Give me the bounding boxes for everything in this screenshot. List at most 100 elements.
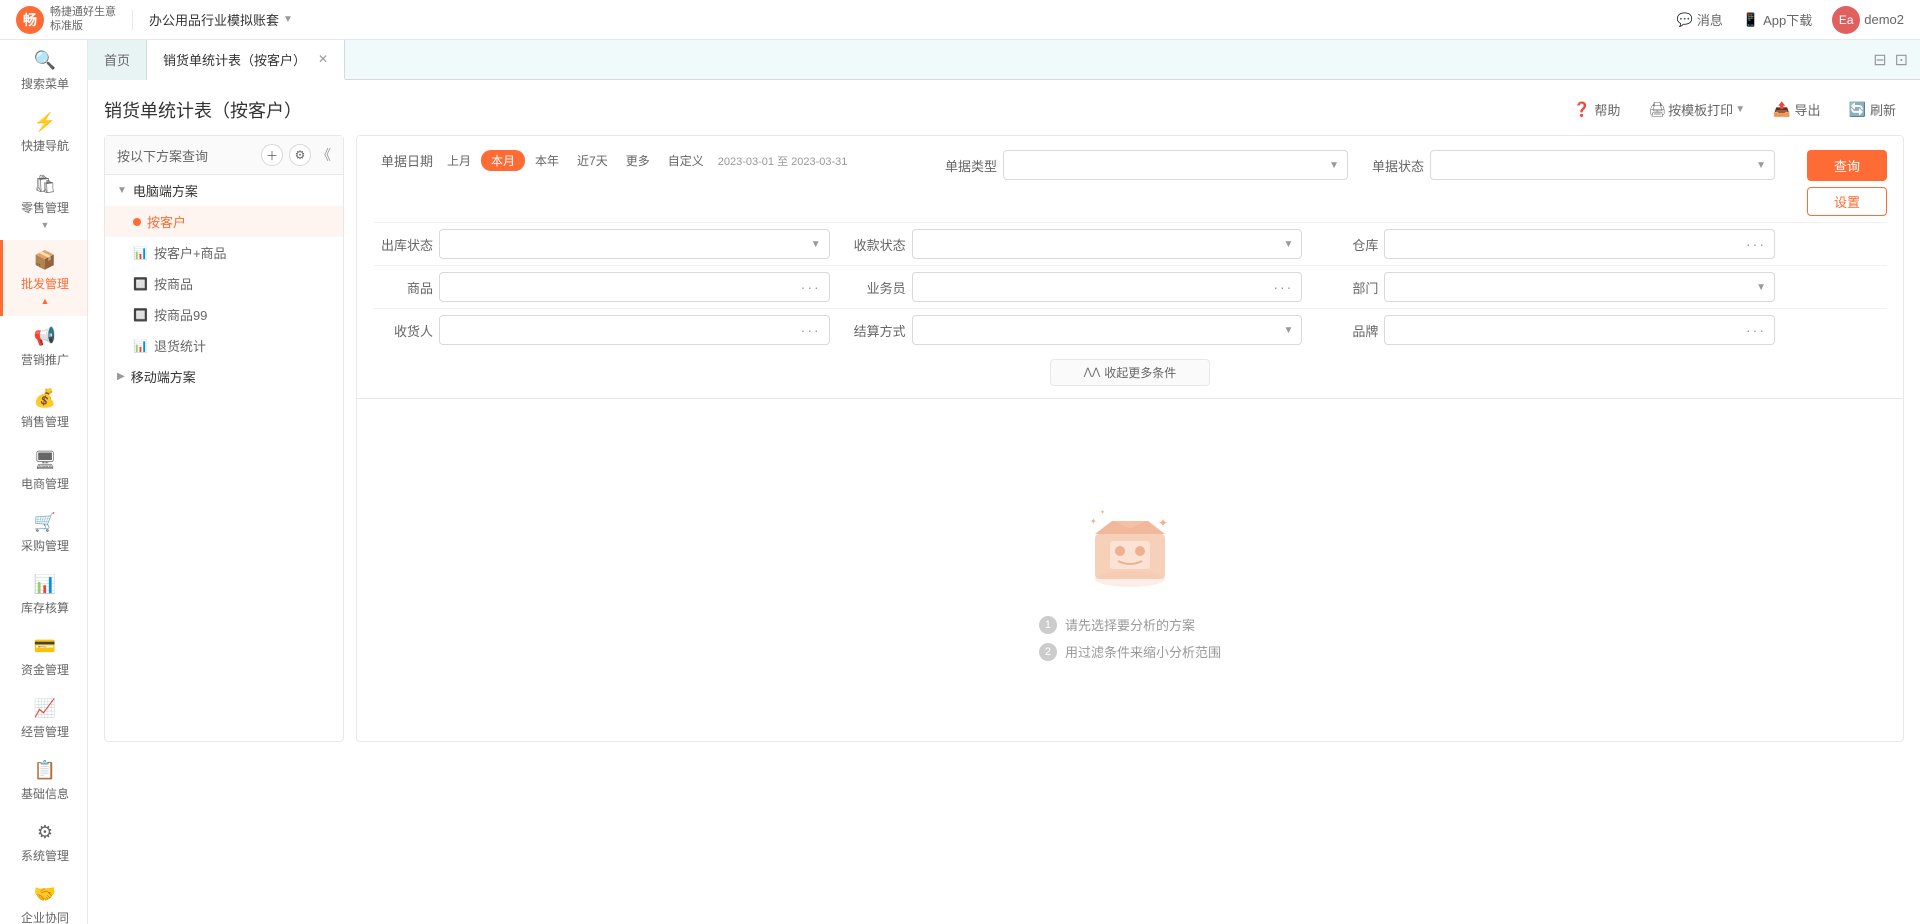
group-arrow-icon: ▶ — [117, 371, 125, 382]
goods-filter: 商品 ··· — [373, 272, 830, 302]
collapse-up-icon: ⋀⋀ — [1084, 367, 1100, 378]
warehouse-select[interactable]: ··· — [1384, 229, 1775, 259]
sidebar-item-retail[interactable]: 🛍 零售管理 ▼ — [0, 164, 87, 240]
doc-type-select[interactable]: ▼ — [1003, 150, 1348, 180]
scheme-group-mobile: ▶ 移动端方案 — [105, 361, 343, 392]
sales-icon: 💰 — [34, 388, 56, 409]
filter-actions: 查询 设置 — [1791, 150, 1887, 216]
more-icon: ··· — [801, 279, 821, 295]
maximize-icon[interactable]: ⊡ — [1895, 50, 1908, 70]
help-btn[interactable]: ❓ 帮助 — [1565, 96, 1628, 123]
scheme-item-by-customer[interactable]: 按客户 — [105, 206, 343, 237]
receiver-select[interactable]: ··· — [439, 315, 830, 345]
sidebar-item-purchase[interactable]: 🛒 采购管理 — [0, 502, 87, 564]
hint-num-1: 1 — [1039, 616, 1057, 634]
page-actions: ❓ 帮助 🖨 按模板打印 ▼ 📤 导出 🔄 刷新 — [1565, 96, 1904, 123]
industry-selector[interactable]: 办公用品行业模拟账套 ▼ — [149, 10, 293, 29]
settlement-filter: 结算方式 ▼ — [846, 315, 1303, 345]
operations-icon: 📈 — [34, 698, 56, 719]
download-icon: 📱 — [1743, 12, 1759, 28]
brand-select[interactable]: ··· — [1384, 315, 1775, 345]
scheme-header-title: 按以下方案查询 — [117, 146, 208, 165]
department-select[interactable]: ▼ — [1384, 272, 1775, 302]
page-title: 销货单统计表（按客户） — [104, 97, 302, 123]
sidebar-item-label: 电商管理 — [21, 475, 69, 492]
collect-status-filter: 收款状态 ▼ — [846, 229, 1303, 259]
svg-text:✦: ✦ — [1090, 517, 1097, 526]
collect-status-select[interactable]: ▼ — [912, 229, 1303, 259]
sidebar-item-label: 库存核算 — [21, 599, 69, 616]
tab-sales-stat[interactable]: 销货单统计表（按客户） ✕ — [147, 40, 345, 80]
date-buttons: 上月 本月 本年 近7天 更多 自定义 2023-03-01 至 2023-03… — [439, 150, 847, 171]
sidebar-item-system[interactable]: ⚙ 系统管理 — [0, 812, 87, 874]
app-download-btn[interactable]: 📱 App下载 — [1743, 10, 1812, 29]
doc-status-filter: 单据状态 ▼ — [1364, 150, 1775, 180]
tab-home[interactable]: 首页 — [88, 40, 147, 80]
date-custom-btn[interactable]: 自定义 — [660, 150, 712, 171]
retail-icon: 🛍 — [34, 174, 57, 195]
scheme-item-by-customer-goods[interactable]: 📊 按客户+商品 — [105, 237, 343, 268]
content-area: 首页 销货单统计表（按客户） ✕ ⊟ ⊡ 销货单统计表（按客户） ❓ 帮助 — [88, 40, 1920, 924]
add-scheme-btn[interactable]: ＋ — [261, 144, 283, 166]
results-section: ✦ ✦ ✦ 1 请先选择要分析的方案 2 — [357, 399, 1903, 741]
out-status-label: 出库状态 — [373, 235, 433, 254]
tab-bar-actions: ⊟ ⊡ — [1861, 50, 1920, 70]
message-btn[interactable]: 💬 消息 — [1677, 10, 1723, 29]
date-last7-btn[interactable]: 近7天 — [569, 150, 616, 171]
minimize-icon[interactable]: ⊟ — [1873, 50, 1886, 70]
scheme-item-refund[interactable]: 📊 退货统计 — [105, 330, 343, 361]
sidebar-item-enterprise[interactable]: 🤝 企业协同 — [0, 874, 87, 924]
user-avatar[interactable]: Ea demo2 — [1832, 6, 1904, 34]
sidebar-item-finance[interactable]: 💳 资金管理 — [0, 626, 87, 688]
collapse-btn[interactable]: ⋀⋀ 收起更多条件 — [1050, 359, 1210, 386]
scheme-header: 按以下方案查询 ＋ ⚙ 《 — [105, 136, 343, 175]
scheme-group-desktop-title[interactable]: ▼ 电脑端方案 — [105, 175, 343, 206]
date-more-btn[interactable]: 更多 — [618, 150, 658, 171]
marketing-icon: 📢 — [34, 326, 56, 347]
sidebar-item-inventory[interactable]: 📊 库存核算 — [0, 564, 87, 626]
header-right: 💬 消息 📱 App下载 Ea demo2 — [1677, 6, 1904, 34]
main-layout: 🔍 搜索菜单 ⚡ 快捷导航 🛍 零售管理 ▼ 📦 批发管理 ▲ 📢 营销推广 💰… — [0, 40, 1920, 924]
collapse-label: 收起更多条件 — [1104, 364, 1176, 381]
warehouse-label: 仓库 — [1318, 235, 1378, 254]
sidebar: 🔍 搜索菜单 ⚡ 快捷导航 🛍 零售管理 ▼ 📦 批发管理 ▲ 📢 营销推广 💰… — [0, 40, 88, 924]
brand-filter: 品牌 ··· — [1318, 315, 1775, 345]
settings-button[interactable]: 设置 — [1807, 187, 1887, 216]
date-this-month-btn[interactable]: 本月 — [481, 150, 525, 171]
print-btn[interactable]: 🖨 按模板打印 ▼ — [1640, 96, 1753, 123]
export-btn[interactable]: 📤 导出 — [1765, 96, 1828, 123]
sidebar-item-basic[interactable]: 📋 基础信息 — [0, 750, 87, 812]
query-button[interactable]: 查询 — [1807, 150, 1887, 181]
scheme-item-by-goods[interactable]: 🔲 按商品 — [105, 268, 343, 299]
logo-text: 畅捷通好生意 标准版 — [50, 6, 116, 32]
settings-scheme-btn[interactable]: ⚙ — [289, 144, 311, 166]
sidebar-item-quicknav[interactable]: ⚡ 快捷导航 — [0, 102, 87, 164]
empty-hint-2: 2 用过滤条件来缩小分析范围 — [1039, 642, 1221, 661]
tab-close-icon[interactable]: ✕ — [318, 52, 328, 66]
sidebar-item-wholesale[interactable]: 📦 批发管理 ▲ — [0, 240, 87, 316]
sidebar-item-marketing[interactable]: 📢 营销推广 — [0, 316, 87, 378]
goods-select[interactable]: ··· — [439, 272, 830, 302]
goods-label: 商品 — [373, 278, 433, 297]
message-icon: 💬 — [1677, 12, 1693, 28]
settlement-select[interactable]: ▼ — [912, 315, 1303, 345]
out-status-select[interactable]: ▼ — [439, 229, 830, 259]
sidebar-item-label: 系统管理 — [21, 847, 69, 864]
collapse-scheme-btn[interactable]: 《 — [317, 145, 331, 165]
sidebar-item-ecommerce[interactable]: 🖥 电商管理 — [0, 440, 87, 502]
help-icon: ❓ — [1573, 101, 1590, 118]
salesperson-select[interactable]: ··· — [912, 272, 1303, 302]
sidebar-item-operations[interactable]: 📈 经营管理 — [0, 688, 87, 750]
department-filter: 部门 ▼ — [1318, 272, 1775, 302]
expand-icon: ▲ — [41, 296, 50, 306]
scheme-group-mobile-title[interactable]: ▶ 移动端方案 — [105, 361, 343, 392]
refresh-btn[interactable]: 🔄 刷新 — [1841, 96, 1904, 123]
doc-status-select[interactable]: ▼ — [1430, 150, 1775, 180]
sidebar-item-search[interactable]: 🔍 搜索菜单 — [0, 40, 87, 102]
scheme-item-by-goods-99[interactable]: 🔲 按商品99 — [105, 299, 343, 330]
system-icon: ⚙ — [37, 822, 53, 843]
date-this-year-btn[interactable]: 本年 — [527, 150, 567, 171]
sidebar-item-sales[interactable]: 💰 销售管理 — [0, 378, 87, 440]
header-left: 畅 畅捷通好生意 标准版 办公用品行业模拟账套 ▼ — [16, 6, 293, 34]
date-last-month-btn[interactable]: 上月 — [439, 150, 479, 171]
